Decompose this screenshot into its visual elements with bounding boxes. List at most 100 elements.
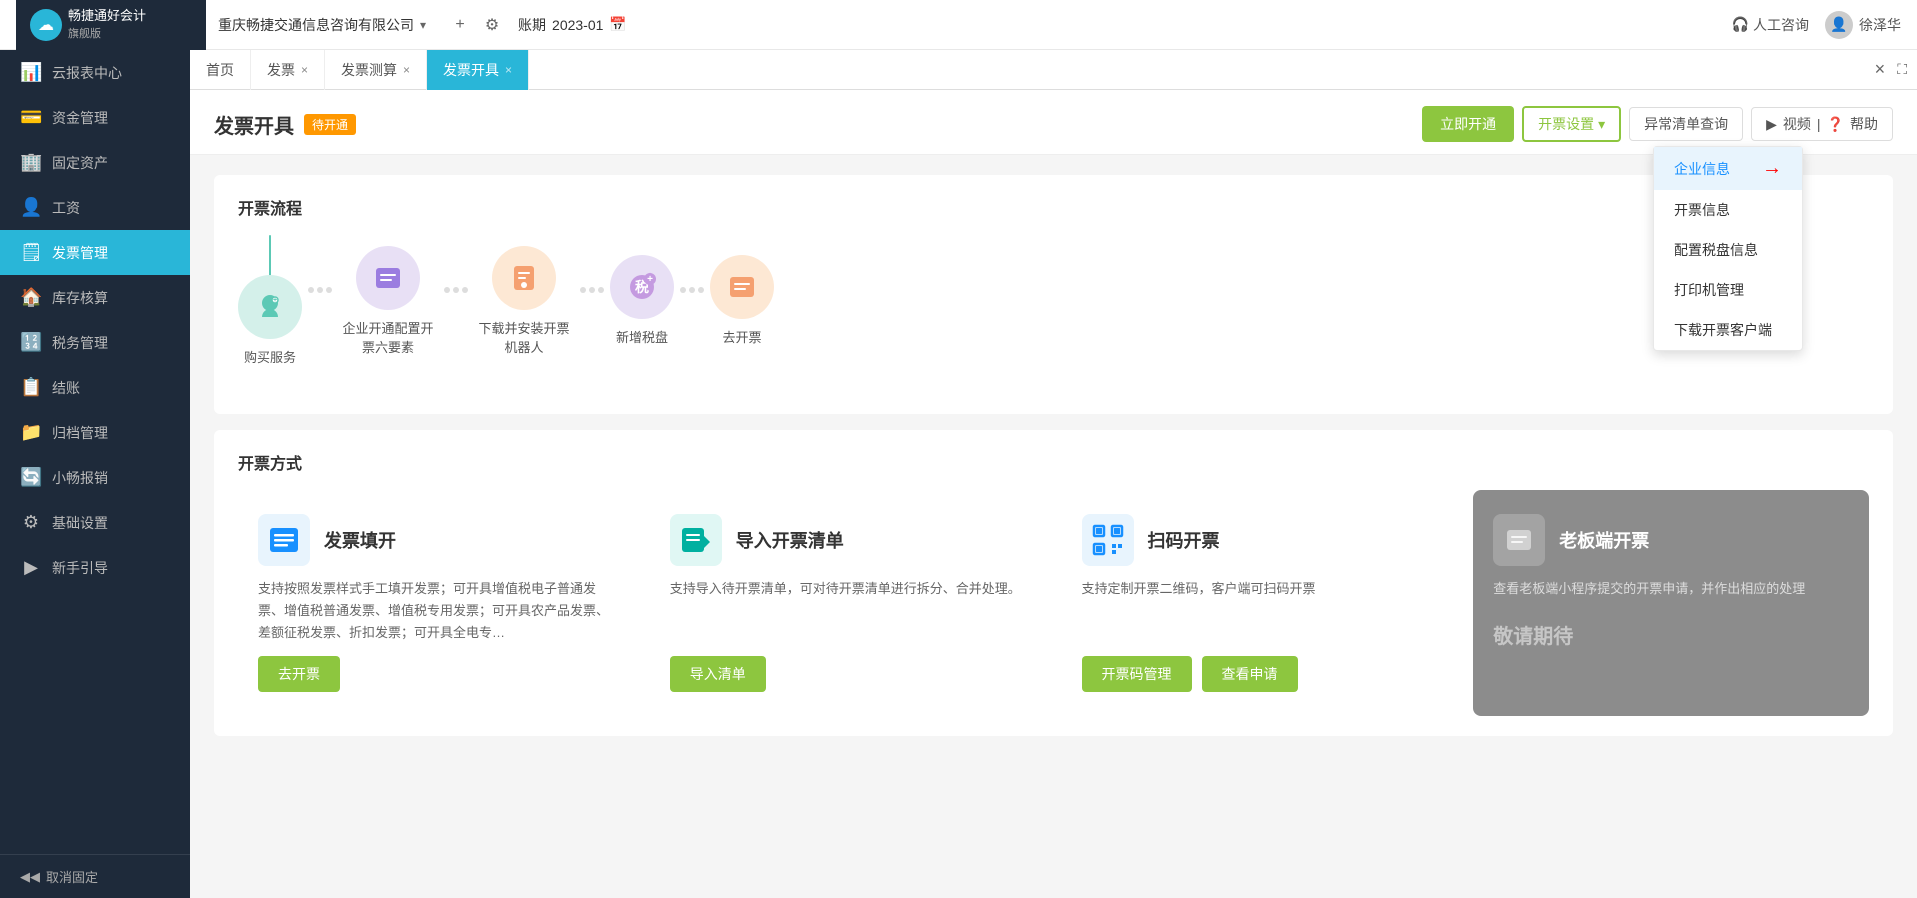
settings-sidebar-icon: ⚙ <box>20 512 42 533</box>
user-info[interactable]: 👤 徐泽华 <box>1825 11 1901 39</box>
sidebar-bottom: ◀◀ 取消固定 <box>0 854 190 898</box>
settings-dropdown-menu: 企业信息 → 开票信息 配置税盘信息 打印机管理 下 <box>1653 146 1803 351</box>
archive-icon: 📁 <box>20 422 42 443</box>
dropdown-item-tax-disk[interactable]: 配置税盘信息 <box>1654 230 1802 270</box>
add-button[interactable]: + <box>446 11 474 39</box>
help-label: 帮助 <box>1850 114 1878 134</box>
checkout-icon: 📋 <box>20 377 42 398</box>
fill-invoice-btn[interactable]: 去开票 <box>258 656 340 692</box>
sidebar-label-cloud-report: 云报表中心 <box>52 63 122 83</box>
go-invoice-icon <box>710 255 774 319</box>
sidebar-label-checkout: 结账 <box>52 378 80 398</box>
connector-3 <box>580 287 604 315</box>
tab-invoice-open-label: 发票开具 <box>443 60 499 80</box>
sidebar-item-cloud-report[interactable]: 📊 云报表中心 <box>0 50 190 95</box>
tab-home-label: 首页 <box>206 60 234 80</box>
scan-invoice-code-mgmt-btn[interactable]: 开票码管理 <box>1082 656 1192 692</box>
sidebar-item-tax[interactable]: 🔢 税务管理 <box>0 320 190 365</box>
boss-invoice-title: 老板端开票 <box>1559 527 1649 553</box>
inventory-icon: 🏠 <box>20 287 42 308</box>
sidebar-label-inventory: 库存核算 <box>52 288 108 308</box>
method-card-scan: 扫码开票 支持定制开票二维码，客户端可扫码开票 开票码管理 查看申请 <box>1062 490 1458 716</box>
page-title: 发票开具 <box>214 110 294 139</box>
boss-invoice-overlay-text: 敬请期待 <box>1493 620 1849 649</box>
calendar-icon[interactable]: 📅 <box>609 16 626 33</box>
flow-step-download: 下载并安装开票机器人 <box>474 246 574 356</box>
scan-invoice-view-apply-btn[interactable]: 查看申请 <box>1202 656 1298 692</box>
sidebar-item-checkout[interactable]: 📋 结账 <box>0 365 190 410</box>
app-container: ☁ 畅捷通好会计 旗舰版 重庆畅捷交通信息咨询有限公司 ▾ + ⚙ 账期 202… <box>0 0 1917 898</box>
logo-text: 畅捷通好会计 <box>68 8 146 25</box>
download-icon <box>492 246 556 310</box>
red-arrow-icon: → <box>1762 157 1782 180</box>
sidebar-item-archive[interactable]: 📁 归档管理 <box>0 410 190 455</box>
dropdown-item-printer[interactable]: 打印机管理 <box>1654 270 1802 310</box>
tab-invoice-open-close[interactable]: × <box>505 63 512 77</box>
period-value: 2023-01 <box>552 17 603 33</box>
invoice-flow-title: 开票流程 <box>238 195 1869 219</box>
tab-invoice-test[interactable]: 发票测算 × <box>325 50 427 90</box>
status-badge: 待开通 <box>304 114 356 135</box>
sidebar-item-report-sale[interactable]: 🔄 小畅报销 <box>0 455 190 500</box>
dropdown-item-company-info[interactable]: 企业信息 → <box>1654 147 1802 190</box>
sidebar-item-settings[interactable]: ⚙ 基础设置 <box>0 500 190 545</box>
sidebar-label-fund: 资金管理 <box>52 108 108 128</box>
tabs-bar: 首页 发票 × 发票测算 × 发票开具 × × ⛶ <box>190 50 1917 90</box>
import-list-btn[interactable]: 导入清单 <box>670 656 766 692</box>
tab-home[interactable]: 首页 <box>190 50 251 90</box>
period-label: 账期 <box>518 15 546 35</box>
cancel-fixed-button[interactable]: ◀◀ 取消固定 <box>0 855 190 898</box>
tab-invoice[interactable]: 发票 × <box>251 50 325 90</box>
company-selector[interactable]: 重庆畅捷交通信息咨询有限公司 ▾ <box>218 15 426 35</box>
cloud-report-icon: 📊 <box>20 62 42 83</box>
question-icon: ❓ <box>1827 116 1844 133</box>
fund-icon: 💳 <box>20 107 42 128</box>
download-label: 下载并安装开票机器人 <box>474 318 574 356</box>
dropdown-item-download-client[interactable]: 下载开票客户端 <box>1654 310 1802 350</box>
right-tools: 🎧 人工咨询 👤 徐泽华 <box>1732 11 1901 39</box>
video-help-button[interactable]: ▶ 视频 | ❓ 帮助 <box>1751 107 1893 141</box>
tab-close-window[interactable]: × <box>1873 57 1888 82</box>
import-list-desc: 支持导入待开票清单，可对待开票清单进行拆分、合并处理。 <box>670 578 1026 600</box>
period-info: 账期 2023-01 📅 <box>518 15 627 35</box>
tab-invoice-close[interactable]: × <box>301 63 308 77</box>
divider: | <box>1817 116 1821 132</box>
user-name: 徐泽华 <box>1859 15 1901 35</box>
connector-1 <box>308 287 332 315</box>
sidebar-item-inventory[interactable]: 🏠 库存核算 <box>0 275 190 320</box>
add-tax-icon: 税++ <box>610 255 674 319</box>
dropdown-item-invoice-info[interactable]: 开票信息 <box>1654 190 1802 230</box>
abnormal-button[interactable]: 异常清单查询 <box>1629 107 1743 141</box>
sidebar: 📊 云报表中心 💳 资金管理 🏢 固定资产 👤 工资 🗒 发票管理 <box>0 50 190 898</box>
fill-invoice-title: 发票填开 <box>324 527 396 553</box>
sidebar-item-invoice-mgmt[interactable]: 🗒 发票管理 <box>0 230 190 275</box>
connector-2 <box>444 287 468 315</box>
top-actions: + ⚙ <box>446 11 506 39</box>
tab-invoice-test-close[interactable]: × <box>403 63 410 77</box>
boss-invoice-desc: 查看老板端小程序提交的开票申请，并作出相应的处理 <box>1493 578 1849 600</box>
consulting-label: 人工咨询 <box>1753 15 1809 35</box>
fill-invoice-desc: 支持按照发票样式手工填开发票；可开具增值税电子普通发票、增值税普通发票、增值税专… <box>258 578 614 644</box>
buy-service-icon: + <box>238 275 302 339</box>
video-label: 视频 <box>1783 114 1811 134</box>
sidebar-item-payroll[interactable]: 👤 工资 <box>0 185 190 230</box>
sidebar-label-payroll: 工资 <box>52 198 80 218</box>
tab-invoice-label: 发票 <box>267 60 295 80</box>
sidebar-item-fund[interactable]: 💳 资金管理 <box>0 95 190 140</box>
settings-button[interactable]: 开票设置 ▾ <box>1522 106 1621 142</box>
connector-4 <box>680 287 704 315</box>
sidebar-item-fixed-assets[interactable]: 🏢 固定资产 <box>0 140 190 185</box>
settings-icon[interactable]: ⚙ <box>478 11 506 39</box>
logo-badge: 旗舰版 <box>68 25 146 41</box>
sidebar-label-fixed-assets: 固定资产 <box>52 153 108 173</box>
sidebar-item-guide[interactable]: ▶ 新手引导 <box>0 545 190 590</box>
method-card-import: 导入开票清单 支持导入待开票清单，可对待开票清单进行拆分、合并处理。 导入清单 <box>650 490 1046 716</box>
invoice-flow-section: 开票流程 + 购买服务 <box>214 175 1893 414</box>
sidebar-label-guide: 新手引导 <box>52 558 108 578</box>
tab-maximize-window[interactable]: ⛶ <box>1895 59 1909 80</box>
sidebar-label-report-sale: 小畅报销 <box>52 468 108 488</box>
tab-invoice-open[interactable]: 发票开具 × <box>427 50 529 90</box>
consulting-link[interactable]: 🎧 人工咨询 <box>1732 15 1809 35</box>
cancel-fixed-label: 取消固定 <box>46 867 98 886</box>
activate-button[interactable]: 立即开通 <box>1422 106 1514 142</box>
